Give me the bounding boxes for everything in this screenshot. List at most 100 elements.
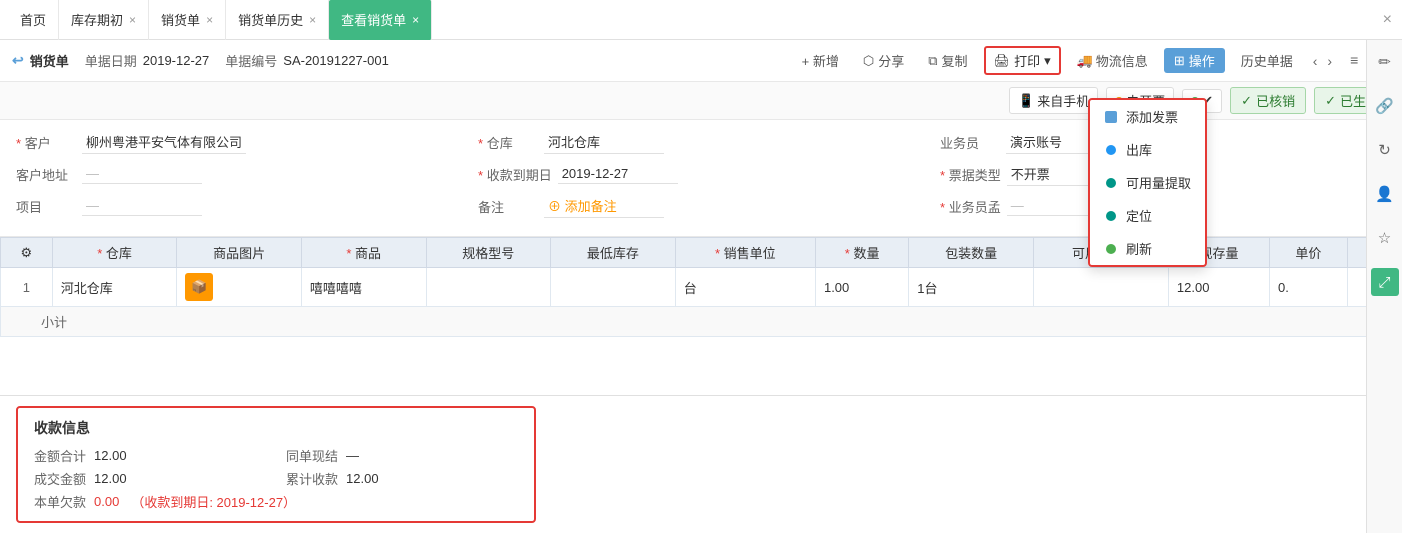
customer-value[interactable]: 柳州粤港平安气体有限公司 [82, 130, 246, 154]
dropdown-refresh[interactable]: 刷新 [1090, 232, 1205, 265]
outbound-icon [1104, 143, 1118, 157]
share-button[interactable]: ⬡ 分享 [855, 48, 912, 73]
invoice-type-label: * 票据类型 [940, 165, 1001, 184]
row-pack-qty: 1台 [909, 268, 1034, 307]
payment-date-value[interactable]: 2019-12-27 [558, 164, 678, 184]
tab-view-sales-close[interactable]: × [412, 13, 419, 27]
window-close-button[interactable]: × [1383, 11, 1392, 29]
dropdown-outbound[interactable]: 出库 [1090, 133, 1205, 166]
cumulative-receipt-value: 12.00 [346, 471, 379, 486]
sidebar-edit-icon[interactable]: ✏ [1371, 48, 1399, 76]
row-current-stock: 12.00 [1168, 268, 1269, 307]
tab-sales-history-close[interactable]: × [309, 13, 316, 27]
customer-addr-group: 客户地址 — [16, 164, 462, 184]
doc-number-label: 单据编号 [225, 51, 277, 70]
table-row: 1 河北仓库 📦 嘻嘻嘻嘻 台 1.00 1台 12.00 0. [1, 268, 1402, 307]
add-remark-btn[interactable]: ⊕ 添加备注 [544, 194, 664, 218]
row-product-img: 📦 [177, 268, 302, 307]
operate-dropdown: 添加发票 出库 可用量提取 定位 刷新 [1088, 98, 1207, 267]
add-button[interactable]: + 新增 [794, 48, 847, 73]
sidebar-link-icon[interactable]: 🔗 [1371, 92, 1399, 120]
customer-label: * 客户 [16, 133, 76, 152]
warehouse-group: * 仓库 河北仓库 [478, 130, 924, 154]
available-fetch-icon [1104, 176, 1118, 190]
history-button[interactable]: 历史单据 [1233, 48, 1301, 73]
same-order-settle-row: 同单现结 — [286, 446, 518, 465]
remark-label: 备注 [478, 197, 538, 216]
copy-icon: ⧉ [928, 53, 937, 69]
dropdown-add-invoice[interactable]: 添加发票 [1090, 100, 1205, 133]
dropdown-available-fetch[interactable]: 可用量提取 [1090, 166, 1205, 199]
copy-button[interactable]: ⧉ 复制 [920, 48, 975, 73]
refresh-icon [1104, 242, 1118, 256]
locate-icon [1104, 209, 1118, 223]
tab-view-sales[interactable]: 查看销货单 × [329, 0, 432, 40]
row-min-stock [551, 268, 676, 307]
total-amount-label: 金额合计 [34, 446, 86, 465]
tab-inventory-init[interactable]: 库存期初 × [59, 0, 149, 40]
print-dropdown-icon[interactable]: ▾ [1044, 53, 1051, 69]
col-pack-qty: 包装数量 [909, 238, 1034, 268]
current-due-label: 本单欠款 [34, 492, 86, 511]
project-value[interactable]: — [82, 196, 202, 216]
sidebar-user-icon[interactable]: 👤 [1371, 180, 1399, 208]
project-group: 项目 — [16, 196, 462, 216]
prev-arrow[interactable]: ‹ [1309, 51, 1322, 71]
subtotal-row: 小计 [1, 307, 1402, 337]
payment-grid: 金额合计 12.00 同单现结 — 成交金额 12.00 累计收款 12.00 … [34, 446, 518, 511]
sidebar-star-icon[interactable]: ☆ [1371, 224, 1399, 252]
dropdown-locate[interactable]: 定位 [1090, 199, 1205, 232]
table-settings-btn[interactable]: ⚙ [1, 238, 53, 268]
row-sales-unit: 台 [675, 268, 815, 307]
col-spec: 规格型号 [426, 238, 551, 268]
payment-title: 收款信息 [34, 418, 518, 438]
check-icon: ✓ [1241, 93, 1252, 109]
tab-bar: 首页 库存期初 × 销货单 × 销货单历史 × 查看销货单 × × [0, 0, 1402, 40]
bottom-section: 收款信息 金额合计 12.00 同单现结 — 成交金额 12.00 累计收款 1… [0, 395, 1402, 533]
next-arrow[interactable]: › [1323, 51, 1336, 71]
doc-number-group: 单据编号 SA-20191227-001 [225, 51, 389, 70]
col-min-stock: 最低库存 [551, 238, 676, 268]
tab-sales-order-close[interactable]: × [206, 13, 213, 27]
transaction-amount-label: 成交金额 [34, 469, 86, 488]
total-amount-row: 金额合计 12.00 [34, 446, 266, 465]
checked-status-btn[interactable]: ✓ 已核销 [1230, 87, 1306, 114]
logistics-icon: 🚚 [1077, 53, 1093, 69]
doc-date-label: 单据日期 [85, 51, 137, 70]
sidebar-expand-icon[interactable]: ⤢ [1371, 268, 1399, 296]
tab-inventory-init-close[interactable]: × [129, 13, 136, 27]
mobile-icon: 📱 [1018, 93, 1034, 109]
salesperson2-label: * 业务员孟 [940, 197, 1001, 216]
logistics-button[interactable]: 🚚 物流信息 [1069, 48, 1156, 73]
print-button[interactable]: 🖨 打印 ▾ [984, 46, 1061, 75]
current-due-value: 0.00 [94, 494, 119, 509]
warehouse-value[interactable]: 河北仓库 [544, 130, 664, 154]
row-available [1033, 268, 1168, 307]
row-unit-price: 0. [1270, 268, 1348, 307]
payment-date-label: * 收款到期日 [478, 165, 552, 184]
row-spec [426, 268, 551, 307]
operate-icon: ⊞ [1174, 53, 1185, 69]
customer-addr-label: 客户地址 [16, 165, 76, 184]
payment-info-box: 收款信息 金额合计 12.00 同单现结 — 成交金额 12.00 累计收款 1… [16, 406, 536, 523]
col-product-img: 商品图片 [177, 238, 302, 268]
customer-addr-value[interactable]: — [82, 164, 202, 184]
col-unit-price: 单价 [1270, 238, 1348, 268]
warehouse-label: * 仓库 [478, 133, 538, 152]
share-icon: ⬡ [863, 53, 874, 69]
doc-title: ↩ 销货单 [12, 51, 69, 70]
remark-group: 备注 ⊕ 添加备注 [478, 194, 924, 218]
list-view-btn[interactable]: ≡ [1344, 50, 1364, 71]
tab-home[interactable]: 首页 [8, 0, 59, 40]
project-label: 项目 [16, 197, 76, 216]
tab-sales-history[interactable]: 销货单历史 × [226, 0, 329, 40]
same-order-settle-value: — [346, 448, 359, 463]
customer-group: * 客户 柳州粤港平安气体有限公司 [16, 130, 462, 154]
same-order-settle-label: 同单现结 [286, 446, 338, 465]
effective-icon: ✓ [1325, 93, 1336, 109]
due-hint: （收款到期日: 2019-12-27） [131, 492, 296, 511]
sidebar-rotate-icon[interactable]: ↻ [1371, 136, 1399, 164]
operate-button[interactable]: ⊞ 操作 [1164, 48, 1225, 73]
from-mobile-button[interactable]: 📱 来自手机 [1009, 87, 1098, 114]
tab-sales-order[interactable]: 销货单 × [149, 0, 226, 40]
